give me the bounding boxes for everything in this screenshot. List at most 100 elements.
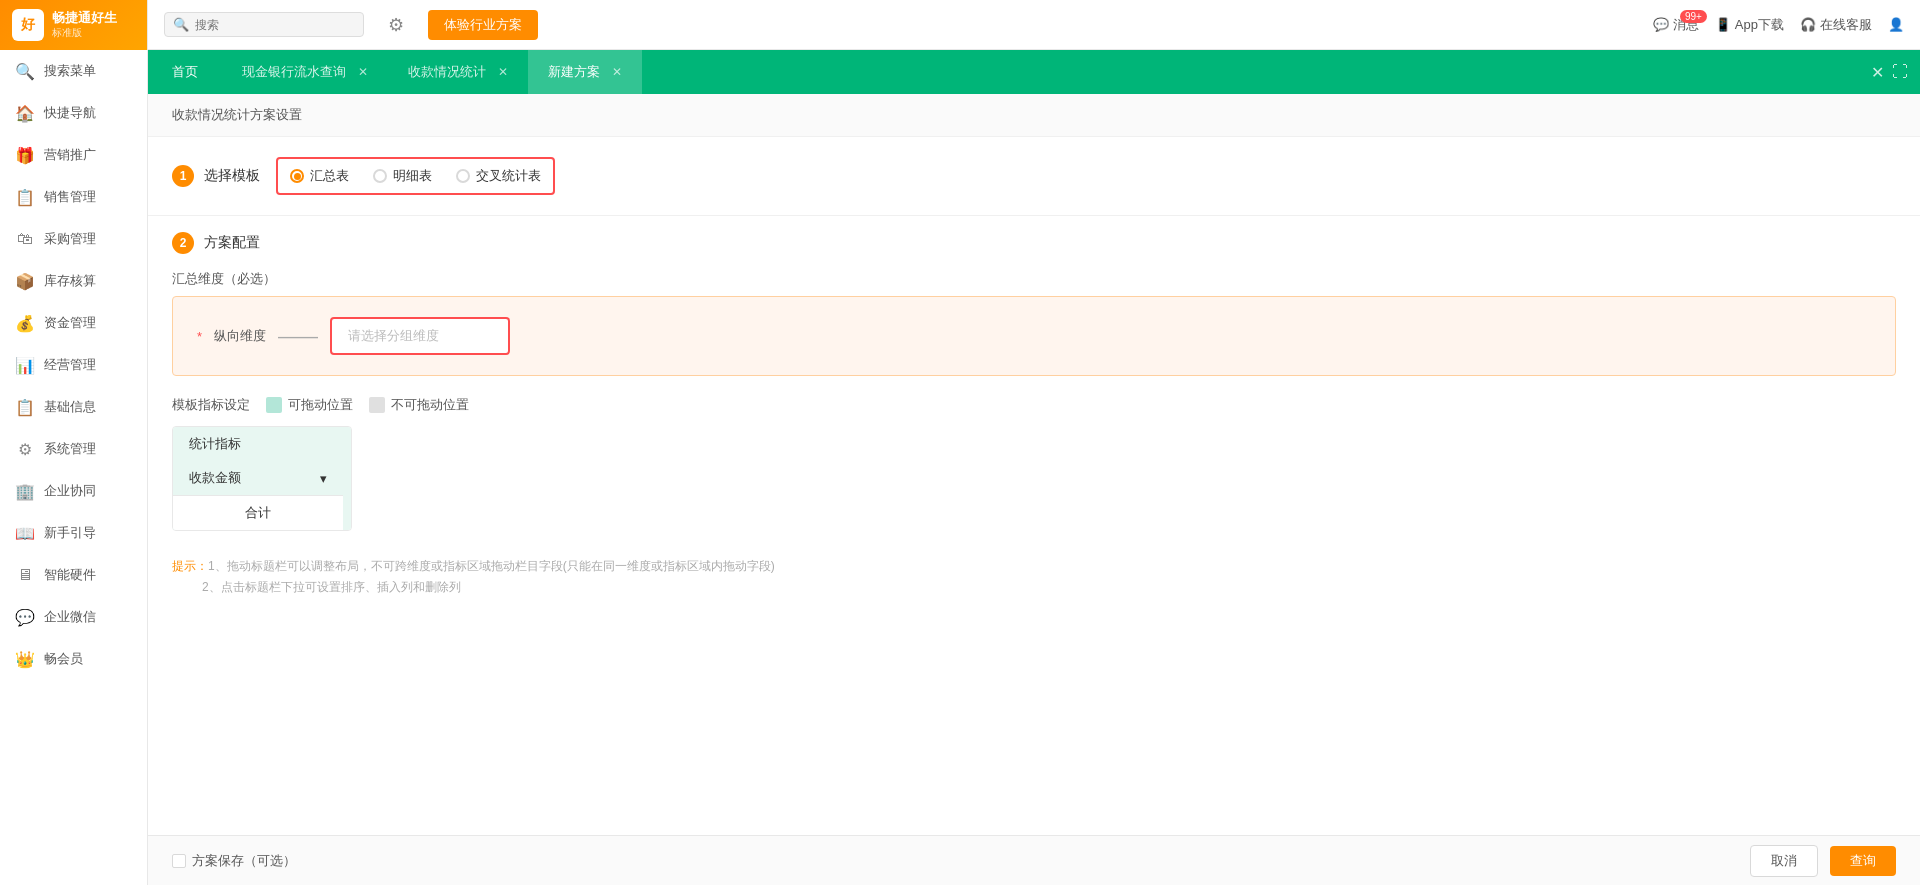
search-box[interactable]: 🔍 bbox=[164, 12, 364, 37]
fixed-box bbox=[369, 397, 385, 413]
tab-cashflow-label: 现金银行流水查询 bbox=[242, 63, 346, 81]
sidebar-item-basic[interactable]: 📋 基础信息 bbox=[0, 386, 147, 428]
tab-cashflow-close[interactable]: ✕ bbox=[358, 65, 368, 79]
sidebar-item-hardware[interactable]: 🖥 智能硬件 bbox=[0, 554, 147, 596]
sidebar-label-guide: 新手引导 bbox=[44, 524, 96, 542]
industry-button[interactable]: 体验行业方案 bbox=[428, 10, 538, 40]
download-label: App下载 bbox=[1735, 16, 1784, 34]
topbar-right: 💬 消息 99+ 📱 App下载 🎧 在线客服 👤 bbox=[1653, 16, 1904, 34]
download-icon: 📱 bbox=[1715, 17, 1731, 32]
dimension-select-placeholder: 请选择分组维度 bbox=[348, 328, 439, 343]
hardware-icon: 🖥 bbox=[16, 566, 34, 584]
sidebar-item-system[interactable]: ⚙ 系统管理 bbox=[0, 428, 147, 470]
download-button[interactable]: 📱 App下载 bbox=[1715, 16, 1784, 34]
dimension-label-text: 汇总维度（必选） bbox=[172, 271, 276, 286]
consult-label: 在线客服 bbox=[1820, 16, 1872, 34]
save-checkbox[interactable] bbox=[172, 854, 186, 868]
page-content: 收款情况统计方案设置 1 选择模板 汇总表 bbox=[148, 94, 1920, 835]
dimension-area: * 纵向维度 —— 请选择分组维度 bbox=[172, 296, 1896, 376]
required-star: * bbox=[197, 329, 202, 344]
indicator-col-total: 合计 bbox=[173, 495, 343, 530]
logo-text-area: 畅捷通好生 标准版 bbox=[52, 10, 117, 40]
consult-button[interactable]: 🎧 在线客服 bbox=[1800, 16, 1872, 34]
settings-button[interactable]: ⚙ bbox=[380, 9, 412, 41]
basic-icon: 📋 bbox=[16, 398, 34, 416]
sidebar-item-corp[interactable]: 🏢 企业协同 bbox=[0, 470, 147, 512]
inventory-icon: 📦 bbox=[16, 272, 34, 290]
sidebar-item-finance[interactable]: 💰 资金管理 bbox=[0, 302, 147, 344]
sidebar-item-inventory[interactable]: 📦 库存核算 bbox=[0, 260, 147, 302]
fixed-label: 不可拖动位置 bbox=[391, 396, 469, 414]
sidebar-label-marketing: 营销推广 bbox=[44, 146, 96, 164]
dimension-select[interactable]: 请选择分组维度 bbox=[330, 317, 510, 355]
radio-summary[interactable]: 汇总表 bbox=[290, 167, 349, 185]
sidebar-label-nav: 快捷导航 bbox=[44, 104, 96, 122]
sidebar-label-search: 搜索菜单 bbox=[44, 62, 96, 80]
cancel-button[interactable]: 取消 bbox=[1750, 845, 1818, 877]
sales-icon: 📋 bbox=[16, 188, 34, 206]
sidebar-item-member[interactable]: 👑 畅会员 bbox=[0, 638, 147, 680]
indicator-section: 模板指标设定 可拖动位置 不可拖动位置 统计指标 bbox=[172, 396, 1896, 534]
radio-cross-label: 交叉统计表 bbox=[476, 167, 541, 185]
query-button[interactable]: 查询 bbox=[1830, 846, 1896, 876]
sidebar-label-wechat: 企业微信 bbox=[44, 608, 96, 626]
indicator-info: 模板指标设定 可拖动位置 不可拖动位置 bbox=[172, 396, 1896, 414]
sidebar-label-purchase: 采购管理 bbox=[44, 230, 96, 248]
topbar: 🔍 ⚙ 体验行业方案 💬 消息 99+ 📱 App下载 🎧 在线客服 👤 bbox=[148, 0, 1920, 50]
tab-home[interactable]: 首页 bbox=[148, 50, 222, 94]
bottom-bar: 方案保存（可选） 取消 查询 bbox=[148, 835, 1920, 885]
chevron-down-icon[interactable]: ▾ bbox=[320, 471, 327, 486]
indicator-label-text: 模板指标设定 bbox=[172, 396, 250, 414]
dim-row-label: 纵向维度 bbox=[214, 327, 266, 345]
sidebar-item-business[interactable]: 📊 经营管理 bbox=[0, 344, 147, 386]
dimension-label: 汇总维度（必选） bbox=[172, 270, 1896, 288]
radio-detail-label: 明细表 bbox=[393, 167, 432, 185]
dim-row: * 纵向维度 —— 请选择分组维度 bbox=[197, 317, 1871, 355]
tab-new-plan[interactable]: 新建方案 ✕ bbox=[528, 50, 642, 94]
tab-new-plan-close[interactable]: ✕ bbox=[612, 65, 622, 79]
save-option[interactable]: 方案保存（可选） bbox=[172, 852, 296, 870]
sidebar-item-sales[interactable]: 📋 销售管理 bbox=[0, 176, 147, 218]
sidebar-label-inventory: 库存核算 bbox=[44, 272, 96, 290]
tab-payment-close[interactable]: ✕ bbox=[498, 65, 508, 79]
notification-badge: 99+ bbox=[1680, 10, 1707, 23]
sidebar-item-search[interactable]: 🔍 搜索菜单 bbox=[0, 50, 147, 92]
logo-area: 好 畅捷通好生 标准版 bbox=[0, 0, 147, 50]
user-avatar[interactable]: 👤 bbox=[1888, 17, 1904, 32]
sidebar: 好 畅捷通好生 标准版 🔍 搜索菜单 🏠 快捷导航 🎁 营销推广 📋 销售管理 … bbox=[0, 0, 148, 885]
search-icon-topbar: 🔍 bbox=[173, 17, 189, 32]
sidebar-item-guide[interactable]: 📖 新手引导 bbox=[0, 512, 147, 554]
sidebar-item-purchase[interactable]: 🛍 采购管理 bbox=[0, 218, 147, 260]
sidebar-label-corp: 企业协同 bbox=[44, 482, 96, 500]
tab-cashflow[interactable]: 现金银行流水查询 ✕ bbox=[222, 50, 388, 94]
movable-label: 可拖动位置 bbox=[288, 396, 353, 414]
indicator-col-payment-label: 收款金额 bbox=[189, 469, 241, 487]
radio-cross[interactable]: 交叉统计表 bbox=[456, 167, 541, 185]
sidebar-item-marketing[interactable]: 🎁 营销推广 bbox=[0, 134, 147, 176]
sidebar-item-nav[interactable]: 🏠 快捷导航 bbox=[0, 92, 147, 134]
window-close-icon[interactable]: ✕ bbox=[1871, 63, 1884, 82]
notification-button[interactable]: 💬 消息 99+ bbox=[1653, 16, 1699, 34]
sidebar-label-sales: 销售管理 bbox=[44, 188, 96, 206]
step2-section: 2 方案配置 汇总维度（必选） * 纵向维度 —— 请选择分组 bbox=[148, 232, 1920, 620]
page-title: 收款情况统计方案设置 bbox=[172, 107, 302, 122]
page-header: 收款情况统计方案设置 bbox=[148, 94, 1920, 137]
radio-detail[interactable]: 明细表 bbox=[373, 167, 432, 185]
window-expand-icon[interactable]: ⛶ bbox=[1892, 63, 1908, 81]
search-input[interactable] bbox=[195, 18, 335, 32]
search-icon: 🔍 bbox=[16, 62, 34, 80]
template-radio-group: 汇总表 明细表 交叉统计表 bbox=[276, 157, 555, 195]
tab-payment[interactable]: 收款情况统计 ✕ bbox=[388, 50, 528, 94]
purchase-icon: 🛍 bbox=[16, 230, 34, 248]
indicator-col-payment[interactable]: 收款金额 ▾ bbox=[173, 461, 343, 495]
tab-new-plan-label: 新建方案 bbox=[548, 63, 600, 81]
sidebar-item-wechat[interactable]: 💬 企业微信 bbox=[0, 596, 147, 638]
step2-number: 2 bbox=[172, 232, 194, 254]
legend-fixed: 不可拖动位置 bbox=[369, 396, 469, 414]
home-icon: 🏠 bbox=[16, 104, 34, 122]
tabbar-actions: ✕ ⛶ bbox=[1871, 63, 1920, 82]
logo-title: 畅捷通好生 bbox=[52, 10, 117, 26]
legend-movable: 可拖动位置 bbox=[266, 396, 353, 414]
tip1: 提示：1、拖动标题栏可以调整布局，不可跨维度或指标区域拖动栏目字段(只能在同一维… bbox=[172, 558, 1896, 575]
business-icon: 📊 bbox=[16, 356, 34, 374]
